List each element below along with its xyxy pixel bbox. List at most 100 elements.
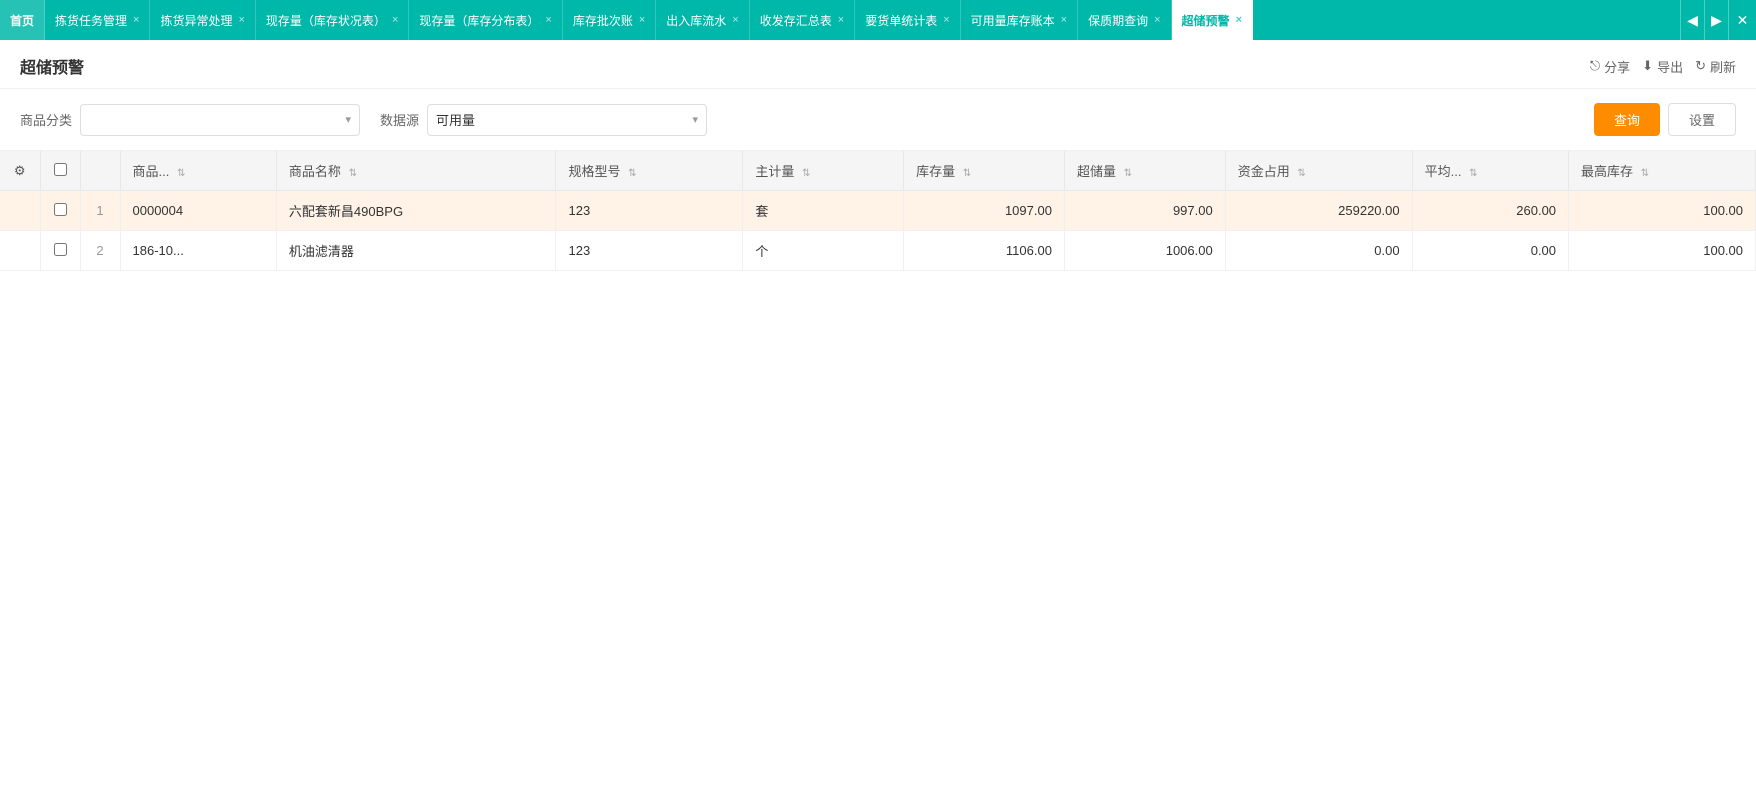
export-icon: ⬇ [1642,58,1653,74]
nav-tab-home[interactable]: 首页 [0,0,45,40]
col-code[interactable]: 商品... ⇅ [120,151,276,191]
col-capital-sort-icon: ⇅ [1297,168,1305,179]
nav-tab-abnormal-close[interactable]: × [238,14,244,26]
nav-tab-available-close[interactable]: × [1061,14,1067,26]
col-spec[interactable]: 规格型号 ⇅ [556,151,743,191]
nav-tab-order-stat-close[interactable]: × [943,14,949,26]
table-body: 1 0000004 六配套新昌490BPG 123 套 1097.00 997.… [0,191,1756,271]
row1-code: 0000004 [120,191,276,231]
nav-tab-stock-dist-close[interactable]: × [545,14,551,26]
row1-num: 1 [80,191,120,231]
row2-checkbox-cell [40,231,80,271]
row1-max: 100.00 [1569,191,1756,231]
nav-tab-stock-status[interactable]: 现存量（库存状况表） × [256,0,409,40]
col-spec-sort-icon: ⇅ [628,168,636,179]
table-header-row: ⚙ 商品... ⇅ 商品名称 ⇅ 规格型号 [0,151,1756,191]
col-over[interactable]: 超储量 ⇅ [1064,151,1225,191]
col-avg-label: 平均... [1425,164,1462,179]
table-container: ⚙ 商品... ⇅ 商品名称 ⇅ 规格型号 [0,151,1756,271]
col-max-label: 最高库存 [1581,164,1633,179]
col-name-label: 商品名称 [289,164,341,179]
col-name-sort-icon: ⇅ [349,168,357,179]
col-avg[interactable]: 平均... ⇅ [1412,151,1568,191]
nav-close-all-button[interactable]: ✕ [1728,0,1756,40]
nav-tab-collect-close[interactable]: × [838,14,844,26]
export-label: 导出 [1657,57,1683,76]
nav-tab-batch[interactable]: 库存批次账 × [563,0,656,40]
col-stock-sort-icon: ⇅ [963,168,971,179]
refresh-button[interactable]: ↻ 刷新 [1695,57,1736,76]
row1-capital: 259220.00 [1225,191,1412,231]
row2-code: 186-10... [120,231,276,271]
nav-tab-task[interactable]: 拣货任务管理 × [45,0,150,40]
share-button[interactable]: ⎋ 分享 [1590,57,1630,76]
nav-tab-abnormal[interactable]: 拣货异常处理 × [150,0,255,40]
row2-settings-cell [0,231,40,271]
nav-tab-task-close[interactable]: × [133,14,139,26]
query-button[interactable]: 查询 [1594,103,1660,136]
category-label: 商品分类 [20,110,72,129]
col-capital[interactable]: 资金占用 ⇅ [1225,151,1412,191]
nav-tab-abnormal-label: 拣货异常处理 [160,12,232,29]
nav-arrow-right[interactable]: ▶ [1704,0,1728,40]
filter-actions: 查询 设置 [1594,103,1736,136]
row2-unit: 个 [743,231,904,271]
nav-tab-batch-label: 库存批次账 [573,12,633,29]
row1-checkbox[interactable] [54,203,67,216]
row2-checkbox[interactable] [54,243,67,256]
row1-over: 997.00 [1064,191,1225,231]
row1-unit: 套 [743,191,904,231]
table-row: 1 0000004 六配套新昌490BPG 123 套 1097.00 997.… [0,191,1756,231]
nav-tab-inout-close[interactable]: × [732,14,738,26]
row1-stock: 1097.00 [904,191,1065,231]
col-code-sort-icon: ⇅ [177,168,185,179]
col-unit[interactable]: 主计量 ⇅ [743,151,904,191]
col-max[interactable]: 最高库存 ⇅ [1569,151,1756,191]
category-chevron-icon: ▾ [345,113,351,126]
nav-tab-available-label: 可用量库存账本 [971,12,1055,29]
col-over-sort-icon: ⇅ [1124,168,1132,179]
datasource-select[interactable]: 可用量 ▾ [427,104,707,136]
nav-tab-inout[interactable]: 出入库流水 × [656,0,749,40]
col-code-label: 商品... [133,164,170,179]
nav-arrow-left[interactable]: ◀ [1680,0,1704,40]
top-navigation: 首页 拣货任务管理 × 拣货异常处理 × 现存量（库存状况表） × 现存量（库存… [0,0,1756,40]
nav-tab-inout-label: 出入库流水 [666,12,726,29]
col-num [80,151,120,191]
category-select[interactable]: ▾ [80,104,360,136]
nav-tab-stock-status-close[interactable]: × [392,14,398,26]
nav-tab-order-stat[interactable]: 要货单统计表 × [855,0,960,40]
row1-settings-cell [0,191,40,231]
col-unit-label: 主计量 [755,164,794,179]
datasource-filter-group: 数据源 可用量 ▾ [380,104,707,136]
nav-tab-stock-dist[interactable]: 现存量（库存分布表） × [409,0,562,40]
page-content: 超储预警 ⎋ 分享 ⬇ 导出 ↻ 刷新 商品分类 ▾ 数据源 [0,40,1756,800]
row1-name: 六配套新昌490BPG [276,191,556,231]
nav-tab-overstock-close[interactable]: × [1236,14,1242,26]
nav-tab-quality-close[interactable]: × [1154,14,1160,26]
refresh-icon: ↻ [1695,58,1706,74]
col-name[interactable]: 商品名称 ⇅ [276,151,556,191]
nav-tab-order-stat-label: 要货单统计表 [865,12,937,29]
nav-tab-collect[interactable]: 收发存汇总表 × [750,0,855,40]
nav-tab-overstock[interactable]: 超储预警 × [1172,0,1253,40]
row2-over: 1006.00 [1064,231,1225,271]
nav-arrow-group: ◀ ▶ ✕ [1680,0,1756,40]
nav-tab-collect-label: 收发存汇总表 [760,12,832,29]
nav-tab-quality[interactable]: 保质期查询 × [1078,0,1171,40]
category-filter-group: 商品分类 ▾ [20,104,360,136]
settings-button[interactable]: 设置 [1668,103,1736,136]
header-actions: ⎋ 分享 ⬇ 导出 ↻ 刷新 [1590,57,1736,76]
col-avg-sort-icon: ⇅ [1469,168,1477,179]
select-all-checkbox[interactable] [54,163,67,176]
table-row: 2 186-10... 机油滤清器 123 个 1106.00 1006.00 … [0,231,1756,271]
col-stock[interactable]: 库存量 ⇅ [904,151,1065,191]
nav-tab-batch-close[interactable]: × [639,14,645,26]
share-label: 分享 [1604,57,1630,76]
row2-spec: 123 [556,231,743,271]
page-title: 超储预警 [20,54,84,78]
nav-tab-available[interactable]: 可用量库存账本 × [961,0,1078,40]
data-table: ⚙ 商品... ⇅ 商品名称 ⇅ 规格型号 [0,151,1756,271]
export-button[interactable]: ⬇ 导出 [1642,57,1683,76]
col-settings[interactable]: ⚙ [0,151,40,191]
